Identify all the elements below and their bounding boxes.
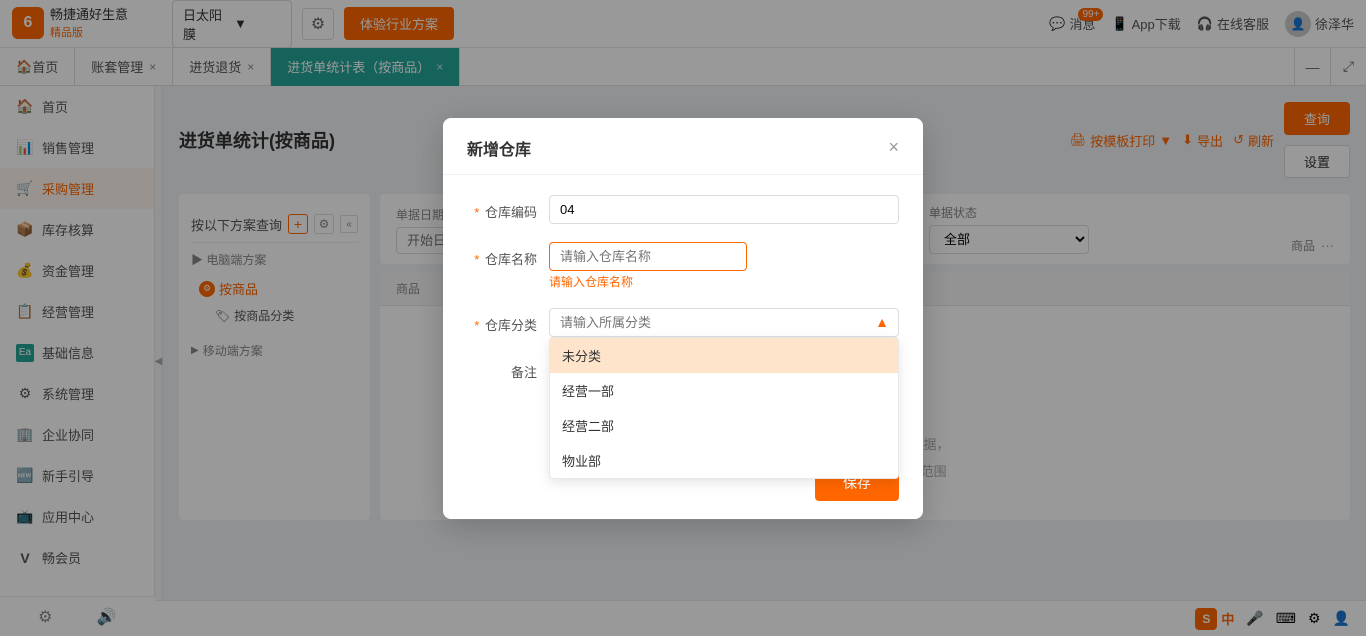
warehouse-code-label-text: 仓库编码 xyxy=(485,205,537,220)
warehouse-code-label: * 仓库编码 xyxy=(467,195,537,221)
warehouse-category-dropdown: ▲ 未分类 经营一部 经营二部 物业部 xyxy=(549,308,899,337)
dropdown-item-dept3[interactable]: 物业部 xyxy=(550,443,898,478)
dialog-header: 新增仓库 × xyxy=(443,118,923,175)
warehouse-name-label-text: 仓库名称 xyxy=(485,252,537,267)
dialog-title: 新增仓库 xyxy=(467,136,531,160)
warehouse-name-label: * 仓库名称 xyxy=(467,242,537,268)
dialog-overlay: 新增仓库 × * 仓库编码 * 仓库名称 xyxy=(0,0,1366,636)
warehouse-name-field-wrap: 请输入仓库名称 xyxy=(549,242,747,290)
dropdown-item-uncategorized[interactable]: 未分类 xyxy=(550,338,898,373)
required-star: * xyxy=(474,252,479,267)
dropdown-arrow-icon[interactable]: ▲ xyxy=(875,314,889,330)
required-star: * xyxy=(474,318,479,333)
warehouse-name-error: 请输入仓库名称 xyxy=(549,273,747,290)
warehouse-category-label: * 仓库分类 xyxy=(467,308,537,334)
warehouse-category-label-text: 仓库分类 xyxy=(485,318,537,333)
warehouse-category-row: * 仓库分类 ▲ 未分类 经营一部 经营二部 物业部 xyxy=(467,308,899,337)
category-dropdown-list: 未分类 经营一部 经营二部 物业部 xyxy=(549,337,899,479)
note-label: 备注 xyxy=(467,355,537,381)
warehouse-name-inner: * 仓库名称 请输入仓库名称 xyxy=(467,242,747,290)
dialog-close-button[interactable]: × xyxy=(888,137,899,158)
warehouse-name-input[interactable] xyxy=(549,242,747,271)
dropdown-item-dept2[interactable]: 经营二部 xyxy=(550,408,898,443)
warehouse-code-input[interactable] xyxy=(549,195,899,224)
warehouse-name-row: * 仓库名称 请输入仓库名称 xyxy=(467,242,899,290)
dialog-body: * 仓库编码 * 仓库名称 请输入仓库名称 xyxy=(443,175,923,453)
warehouse-code-row: * 仓库编码 xyxy=(467,195,899,224)
required-star: * xyxy=(474,205,479,220)
warehouse-category-input[interactable] xyxy=(549,308,899,337)
add-warehouse-dialog: 新增仓库 × * 仓库编码 * 仓库名称 xyxy=(443,118,923,519)
dropdown-item-dept1[interactable]: 经营一部 xyxy=(550,373,898,408)
